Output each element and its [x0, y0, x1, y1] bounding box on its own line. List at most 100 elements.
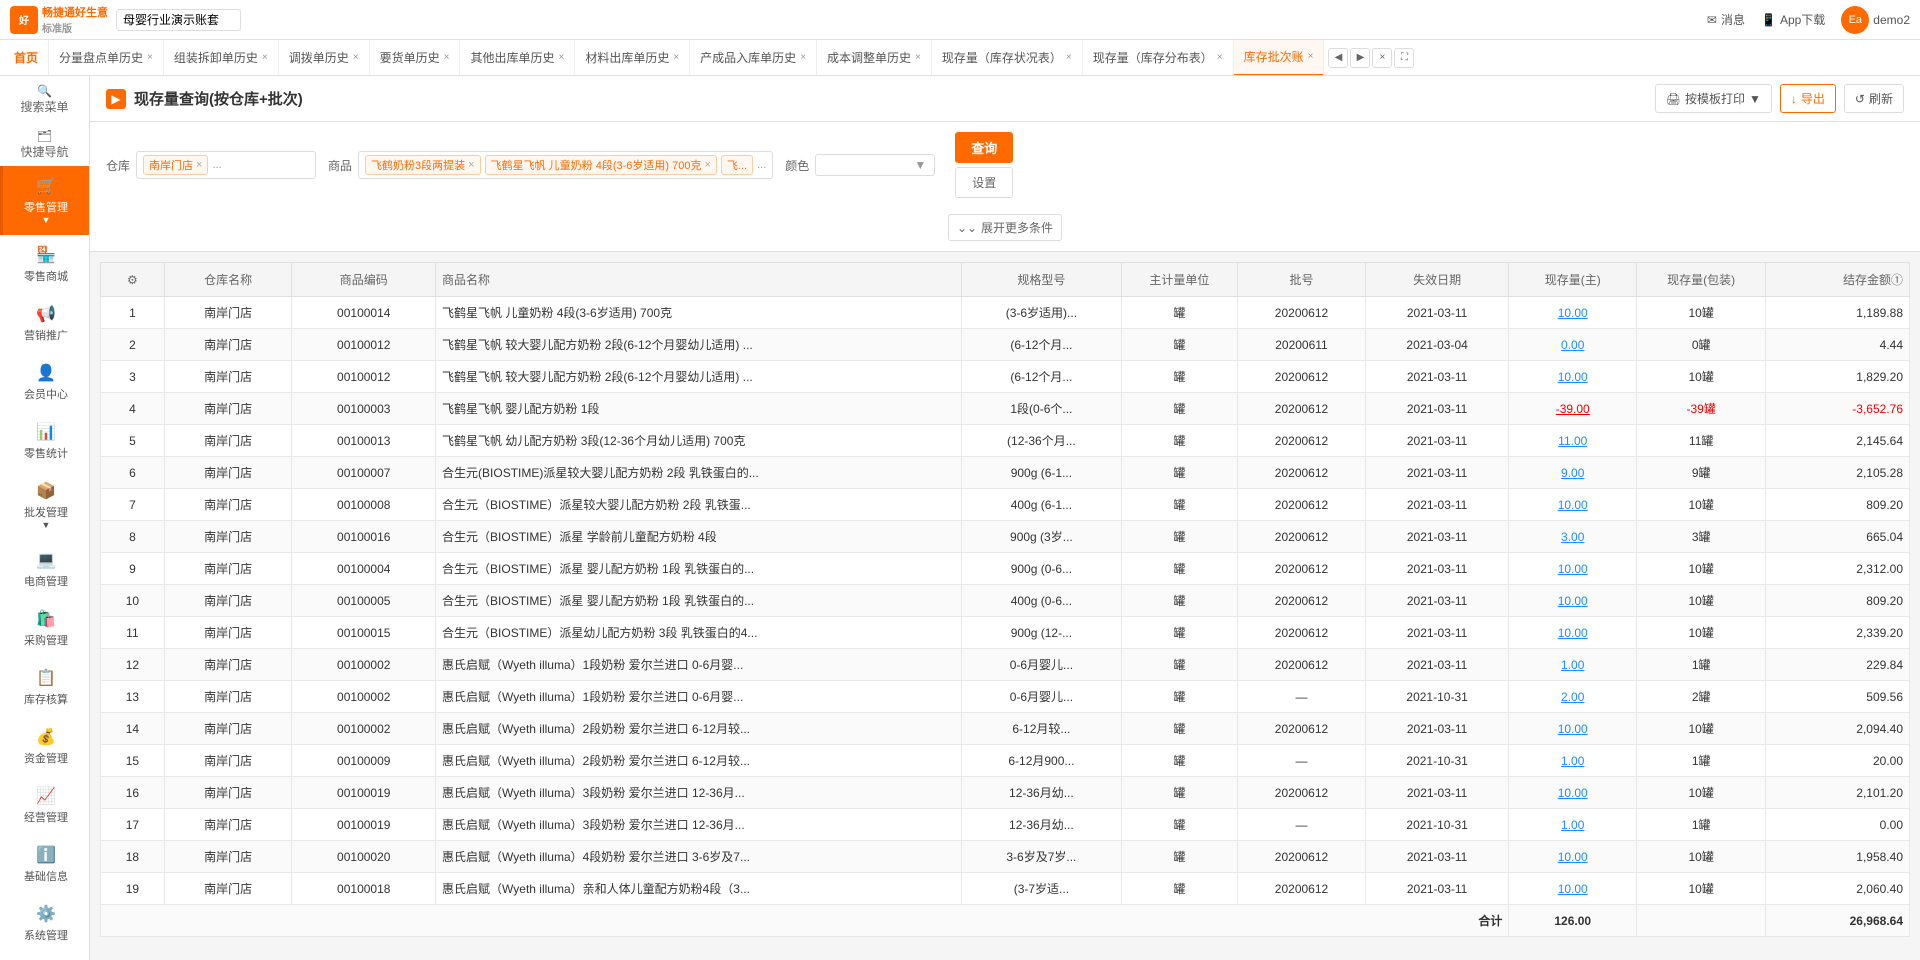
cell-stock-main[interactable]: 10.00	[1509, 489, 1637, 521]
cell-unit: 罐	[1121, 617, 1238, 649]
sidebar-item-purchase[interactable]: 🛍️ 采购管理	[0, 599, 89, 658]
expand-conditions-btn[interactable]: ⌄⌄ 展开更多条件	[948, 214, 1062, 241]
tab-t6[interactable]: 材料出库单历史 ×	[575, 40, 690, 76]
close-icon[interactable]: ×	[147, 52, 153, 63]
sidebar-item-wholesale[interactable]: 📦 批发管理 ▼	[0, 471, 89, 540]
company-select[interactable]: 母婴行业演示账套	[116, 9, 241, 31]
sidebar-item-retail-stats[interactable]: 📊 零售统计	[0, 412, 89, 471]
header-actions: 🖨 按模板打印 ▼ ↓ 导出 ↺ 刷新	[1655, 84, 1904, 113]
cell-stock-main[interactable]: 10.00	[1509, 873, 1637, 905]
cell-stock-main[interactable]: 0.00	[1509, 329, 1637, 361]
goods-tag-1: 飞鹤奶粉3段两提装 ×	[365, 155, 481, 175]
cell-code: 00100020	[292, 841, 436, 873]
close-icon[interactable]: ×	[262, 52, 268, 63]
tab-close-btn[interactable]: ×	[1372, 48, 1392, 68]
goods-input[interactable]: 飞鹤奶粉3段两提装 × 飞鹤星飞帆 儿童奶粉 4段(3-6岁适用) 700克 ×…	[358, 151, 773, 179]
table-row: 17 南岸门店 00100019 惠氏启赋（Wyeth illuma）3段奶粉 …	[101, 809, 1910, 841]
sidebar-item-ecommerce[interactable]: 💻 电商管理	[0, 540, 89, 599]
cell-stock-main[interactable]: 11.00	[1509, 425, 1637, 457]
cell-stock-main[interactable]: 1.00	[1509, 649, 1637, 681]
cell-stock-main[interactable]: 10.00	[1509, 617, 1637, 649]
tab-t7[interactable]: 产成品入库单历史 ×	[690, 40, 817, 76]
color-input[interactable]: ▼	[815, 154, 935, 176]
warehouse-input[interactable]: 南岸门店 × ...	[136, 151, 316, 179]
app-download-btn[interactable]: 📱 App下载	[1761, 11, 1825, 28]
user-area[interactable]: Ea demo2	[1841, 6, 1910, 34]
tab-prev-btn[interactable]: ◀	[1328, 48, 1348, 68]
expand-filter-btn[interactable]: ▶	[106, 89, 126, 109]
tab-home[interactable]: 首页	[4, 40, 49, 76]
sidebar-item-collab[interactable]: 🤝 企业协同	[0, 953, 89, 960]
close-icon[interactable]: ×	[353, 52, 359, 63]
tab-t9[interactable]: 现存量（库存状况表） ×	[932, 40, 1083, 76]
cell-balance: 4.44	[1766, 329, 1910, 361]
setting-btn[interactable]: 设置	[955, 167, 1013, 198]
cell-stock-main[interactable]: 10.00	[1509, 841, 1637, 873]
tab-t2[interactable]: 组装拆卸单历史 ×	[164, 40, 279, 76]
refresh-btn[interactable]: ↺ 刷新	[1844, 84, 1904, 113]
close-icon[interactable]: ×	[800, 52, 806, 63]
close-icon[interactable]: ×	[673, 52, 679, 63]
tab-t1[interactable]: 分量盘点单历史 ×	[49, 40, 164, 76]
cell-unit: 罐	[1121, 489, 1238, 521]
sidebar-item-member[interactable]: 👤 会员中心	[0, 353, 89, 412]
sidebar-quick-nav[interactable]: 🗂 快捷导航	[0, 123, 89, 166]
cell-code: 00100015	[292, 617, 436, 649]
cell-stock-pack: 2罐	[1637, 681, 1766, 713]
cell-stock-main[interactable]: 10.00	[1509, 297, 1637, 329]
cell-stock-main[interactable]: 3.00	[1509, 521, 1637, 553]
cell-stock-main[interactable]: 10.00	[1509, 713, 1637, 745]
print-btn[interactable]: 🖨 按模板打印 ▼	[1655, 84, 1772, 113]
tab-t3[interactable]: 调拨单历史 ×	[279, 40, 370, 76]
cell-stock-main[interactable]: -39.00	[1509, 393, 1637, 425]
sidebar-item-retail[interactable]: 🛒 零售管理 ▼	[0, 166, 89, 235]
cell-stock-main[interactable]: 1.00	[1509, 745, 1637, 777]
settings-icon[interactable]: ⚙	[127, 273, 138, 287]
cell-expire: 2021-03-11	[1365, 713, 1509, 745]
cell-stock-main[interactable]: 10.00	[1509, 585, 1637, 617]
cell-unit: 罐	[1121, 649, 1238, 681]
table-wrapper[interactable]: ⚙ 仓库名称 商品编码 商品名称 规格型号 主计量单位 批号 失效日期 现存量(…	[90, 252, 1920, 960]
close-icon[interactable]: ×	[1308, 51, 1314, 62]
close-icon[interactable]: ×	[558, 52, 564, 63]
sidebar-item-inventory[interactable]: 📋 库存核算	[0, 658, 89, 717]
tag-close-icon[interactable]: ×	[704, 159, 710, 171]
table-footer-row: 合计 126.00 26,968.64	[101, 905, 1910, 937]
tab-t4[interactable]: 要货单历史 ×	[370, 40, 461, 76]
close-icon[interactable]: ×	[1217, 52, 1223, 63]
cell-code: 00100007	[292, 457, 436, 489]
sidebar-item-system[interactable]: ⚙️ 系统管理	[0, 894, 89, 953]
cell-expire: 2021-03-11	[1365, 489, 1509, 521]
query-btn[interactable]: 查询	[955, 132, 1013, 163]
tab-t8[interactable]: 成本调整单历史 ×	[817, 40, 932, 76]
message-btn[interactable]: ✉ 消息	[1707, 11, 1745, 28]
cell-stock-main[interactable]: 2.00	[1509, 681, 1637, 713]
tab-next-btn[interactable]: ▶	[1350, 48, 1370, 68]
sidebar-search[interactable]: 🔍 搜索菜单	[0, 76, 89, 123]
sidebar-item-mall[interactable]: 🏪 零售商城	[0, 235, 89, 294]
export-btn[interactable]: ↓ 导出	[1780, 84, 1836, 113]
sidebar-item-finance[interactable]: 💰 资金管理	[0, 717, 89, 776]
sidebar-item-marketing[interactable]: 📢 营销推广	[0, 294, 89, 353]
tab-t10[interactable]: 现存量（库存分布表） ×	[1083, 40, 1234, 76]
cell-stock-main[interactable]: 10.00	[1509, 553, 1637, 585]
tab-t11[interactable]: 库存批次账 ×	[1234, 40, 1325, 76]
cell-balance: 1,958.40	[1766, 841, 1910, 873]
close-icon[interactable]: ×	[444, 52, 450, 63]
warehouse-label: 仓库	[106, 157, 130, 174]
sidebar-item-basic[interactable]: ℹ️ 基础信息	[0, 835, 89, 894]
sidebar-item-business[interactable]: 📈 经营管理	[0, 776, 89, 835]
refresh-icon: ↺	[1855, 92, 1865, 106]
tab-fullscreen-btn[interactable]: ⛶	[1394, 48, 1414, 68]
arrow-icon: ▼	[42, 215, 51, 225]
print-icon: 🖨	[1666, 92, 1681, 106]
cell-stock-main[interactable]: 1.00	[1509, 809, 1637, 841]
tab-t5[interactable]: 其他出库单历史 ×	[460, 40, 575, 76]
close-icon[interactable]: ×	[1066, 52, 1072, 63]
tag-close-icon[interactable]: ×	[468, 159, 474, 171]
cell-stock-main[interactable]: 10.00	[1509, 777, 1637, 809]
close-icon[interactable]: ×	[915, 52, 921, 63]
cell-stock-main[interactable]: 9.00	[1509, 457, 1637, 489]
tag-close-icon[interactable]: ×	[196, 159, 202, 171]
cell-stock-main[interactable]: 10.00	[1509, 361, 1637, 393]
